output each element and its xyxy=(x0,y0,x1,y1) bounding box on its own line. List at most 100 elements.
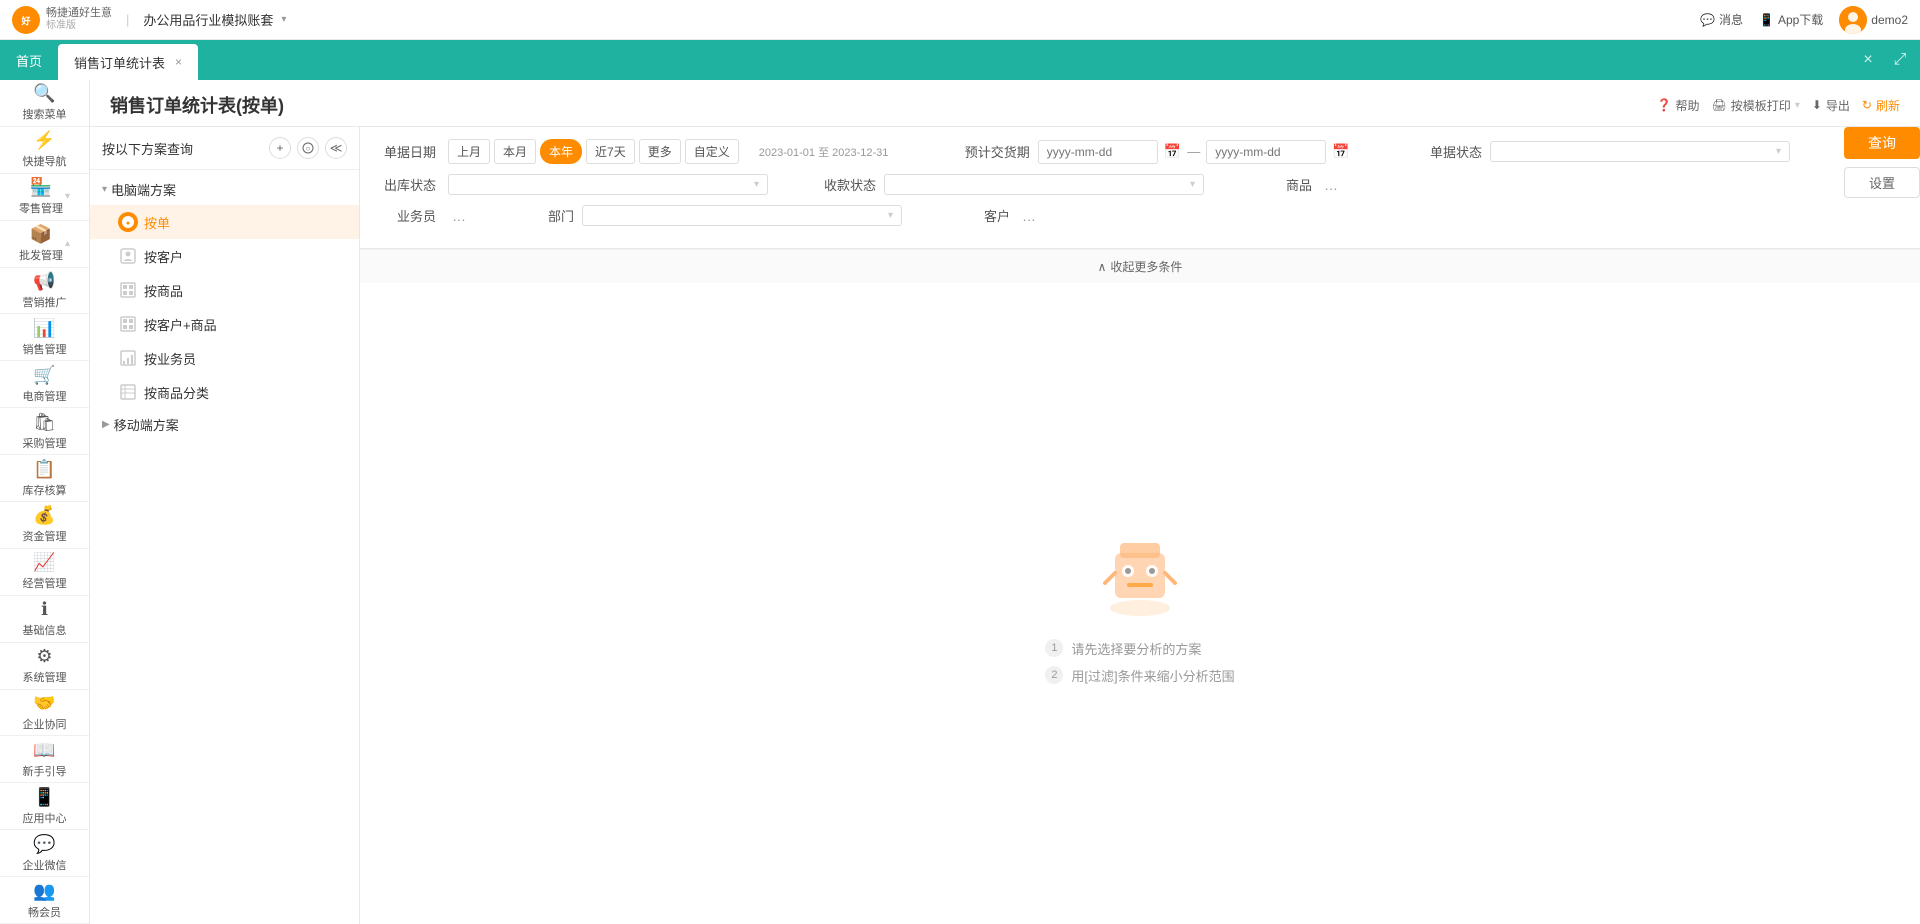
calendar-end-icon[interactable]: 📅 xyxy=(1332,143,1349,160)
date-btn-more[interactable]: 更多 xyxy=(639,139,681,164)
sidebar-item-wechat[interactable]: 💬 企业微信 xyxy=(0,830,89,877)
tab-bar: 首页 销售订单统计表 × × ⤢ xyxy=(0,40,1920,80)
active-scheme-icon: ● xyxy=(118,212,138,232)
refresh-icon: ↻ xyxy=(1862,98,1872,112)
scheme-item-by-goods-category[interactable]: 按商品分类 xyxy=(90,375,359,409)
payment-label: 收款状态 xyxy=(820,175,876,194)
left-panel-title: 按以下方案查询 xyxy=(102,139,193,158)
scheme-item-by-order[interactable]: ● 按单 xyxy=(90,205,359,239)
help-btn[interactable]: ❓ 帮助 xyxy=(1657,97,1700,114)
sidebar-item-retail[interactable]: 🏪 零售管理 ▾ xyxy=(0,174,89,221)
scheme-group-mobile-header[interactable]: ▶ 移动端方案 xyxy=(90,409,359,440)
goods-scheme-icon xyxy=(118,280,138,300)
empty-state: 1 请先选择要分析的方案 2 用[过滤]条件来缩小分析范围 xyxy=(360,283,1920,924)
system-dropdown-icon[interactable]: ▾ xyxy=(281,14,286,25)
expected-date-start[interactable] xyxy=(1038,140,1158,164)
sidebar-item-inventory[interactable]: 📋 库存核算 xyxy=(0,455,89,502)
tab-close-icon[interactable]: × xyxy=(175,55,182,69)
print-icon: 🖨 xyxy=(1712,98,1727,112)
user-menu[interactable]: demo2 xyxy=(1839,6,1908,34)
print-btn[interactable]: 🖨 按模板打印 ▾ xyxy=(1712,97,1800,114)
sidebar-item-sales[interactable]: 📊 销售管理 xyxy=(0,314,89,361)
message-btn[interactable]: 💬 消息 xyxy=(1700,11,1743,28)
settings-btn[interactable]: 设置 xyxy=(1844,167,1920,198)
ecommerce-icon: 🛒 xyxy=(33,365,55,386)
date-btn-7days[interactable]: 近7天 xyxy=(586,139,635,164)
sidebar-item-operations[interactable]: 📈 经营管理 xyxy=(0,549,89,596)
date-btn-this-year[interactable]: 本年 xyxy=(540,139,582,164)
apps-icon: 📱 xyxy=(33,787,55,808)
app-download-btn[interactable]: 📱 App下载 xyxy=(1759,11,1823,28)
export-btn[interactable]: ⬇ 导出 xyxy=(1812,97,1850,114)
add-scheme-btn[interactable]: + xyxy=(269,137,291,159)
main-layout: 🔍 搜索菜单 ⚡ 快捷导航 🏪 零售管理 ▾ 📦 批发管理 ▴ 📢 营销推广 xyxy=(0,80,1920,924)
tab-close-btn[interactable]: × xyxy=(1856,48,1880,72)
department-select-arrow: ▾ xyxy=(888,210,893,221)
collapse-up-icon: ∧ xyxy=(1098,260,1107,274)
retail-icon: 🏪 xyxy=(30,177,52,198)
sidebar-item-purchase[interactable]: 🛍 采购管理 xyxy=(0,408,89,455)
sidebar-item-member[interactable]: 👥 畅会员 xyxy=(0,877,89,924)
system-title: 办公用品行业模拟账套 xyxy=(143,10,273,29)
sidebar-item-quick-nav[interactable]: ⚡ 快捷导航 xyxy=(0,127,89,174)
shipment-select[interactable]: ▾ xyxy=(448,174,768,195)
member-icon: 👥 xyxy=(33,881,55,902)
sidebar-item-ecommerce[interactable]: 🛒 电商管理 xyxy=(0,361,89,408)
wechat-icon: 💬 xyxy=(33,834,55,855)
sidebar-item-system[interactable]: ⚙ 系统管理 xyxy=(0,643,89,690)
edit-scheme-btn[interactable]: ○ xyxy=(297,137,319,159)
sidebar-item-search[interactable]: 🔍 搜索菜单 xyxy=(0,80,89,127)
svg-text:○: ○ xyxy=(306,144,311,153)
sidebar-item-marketing[interactable]: 📢 营销推广 xyxy=(0,268,89,315)
scheme-item-by-customer-goods[interactable]: 按客户+商品 xyxy=(90,307,359,341)
sidebar-item-collab[interactable]: 🤝 企业协同 xyxy=(0,690,89,737)
filter-row-3: 业务员 … 部门 ▾ 客户 … xyxy=(380,205,1790,226)
payment-select-arrow: ▾ xyxy=(1190,179,1195,190)
query-btn[interactable]: 查询 xyxy=(1844,127,1920,159)
scheme-item-by-customer[interactable]: 按客户 xyxy=(90,239,359,273)
status-select[interactable]: ▾ xyxy=(1490,141,1790,162)
quick-nav-icon: ⚡ xyxy=(33,130,55,151)
finance-icon: 💰 xyxy=(33,505,55,526)
help-icon: ❓ xyxy=(1657,98,1672,112)
expected-date-end[interactable] xyxy=(1206,140,1326,164)
top-bar: 好 畅捷通好生意 标准版 | 办公用品行业模拟账套 ▾ 💬 消息 📱 App下载… xyxy=(0,0,1920,40)
filter-row-1: 单据日期 上月 本月 本年 近7天 更多 自定义 2023-01-01 至 20… xyxy=(380,139,1790,164)
tab-home[interactable]: 首页 xyxy=(0,40,58,80)
collab-icon: 🤝 xyxy=(33,693,55,714)
scheme-group-pc-header[interactable]: ▾ 电脑端方案 xyxy=(90,174,359,205)
collapse-panel-btn[interactable]: ≪ xyxy=(325,137,347,159)
sidebar-item-finance[interactable]: 💰 资金管理 xyxy=(0,502,89,549)
date-btn-custom[interactable]: 自定义 xyxy=(685,139,739,164)
scheme-item-by-goods[interactable]: 按商品 xyxy=(90,273,359,307)
svg-text:●: ● xyxy=(126,220,130,227)
department-select[interactable]: ▾ xyxy=(582,205,902,226)
calendar-start-icon[interactable]: 📅 xyxy=(1164,143,1181,160)
tab-bar-actions: × ⤢ xyxy=(1856,48,1912,72)
payment-select[interactable]: ▾ xyxy=(884,174,1204,195)
date-btn-last-month[interactable]: 上月 xyxy=(448,139,490,164)
collapse-btn[interactable]: ∧ 收起更多条件 xyxy=(1098,258,1183,275)
date-label: 单据日期 xyxy=(380,142,436,161)
sidebar-item-apps[interactable]: 📱 应用中心 xyxy=(0,783,89,830)
scheme-item-by-salesman[interactable]: 按业务员 xyxy=(90,341,359,375)
department-label: 部门 xyxy=(518,206,574,225)
goods-dots[interactable]: … xyxy=(1324,177,1338,193)
customer-dots[interactable]: … xyxy=(1022,208,1036,224)
marketing-icon: 📢 xyxy=(33,271,55,292)
wholesale-icon: 📦 xyxy=(30,224,52,245)
salesman-dots[interactable]: … xyxy=(452,208,466,224)
tab-maximize-btn[interactable]: ⤢ xyxy=(1888,48,1912,72)
sidebar-item-guide[interactable]: 📖 新手引导 xyxy=(0,736,89,783)
date-btn-this-month[interactable]: 本月 xyxy=(494,139,536,164)
operations-icon: 📈 xyxy=(33,552,55,573)
refresh-btn[interactable]: ↻ 刷新 xyxy=(1862,97,1900,114)
tab-sales-stats[interactable]: 销售订单统计表 × xyxy=(58,44,198,80)
status-label: 单据状态 xyxy=(1426,142,1482,161)
basic-info-icon: ℹ xyxy=(41,599,48,620)
tip2-num: 2 xyxy=(1045,666,1063,684)
content-area: 销售订单统计表(按单) ❓ 帮助 🖨 按模板打印 ▾ ⬇ 导出 ↻ 刷新 xyxy=(90,80,1920,924)
empty-illustration xyxy=(1090,523,1190,623)
sidebar-item-basic-info[interactable]: ℹ 基础信息 xyxy=(0,596,89,643)
sidebar-item-wholesale[interactable]: 📦 批发管理 ▴ xyxy=(0,221,89,268)
